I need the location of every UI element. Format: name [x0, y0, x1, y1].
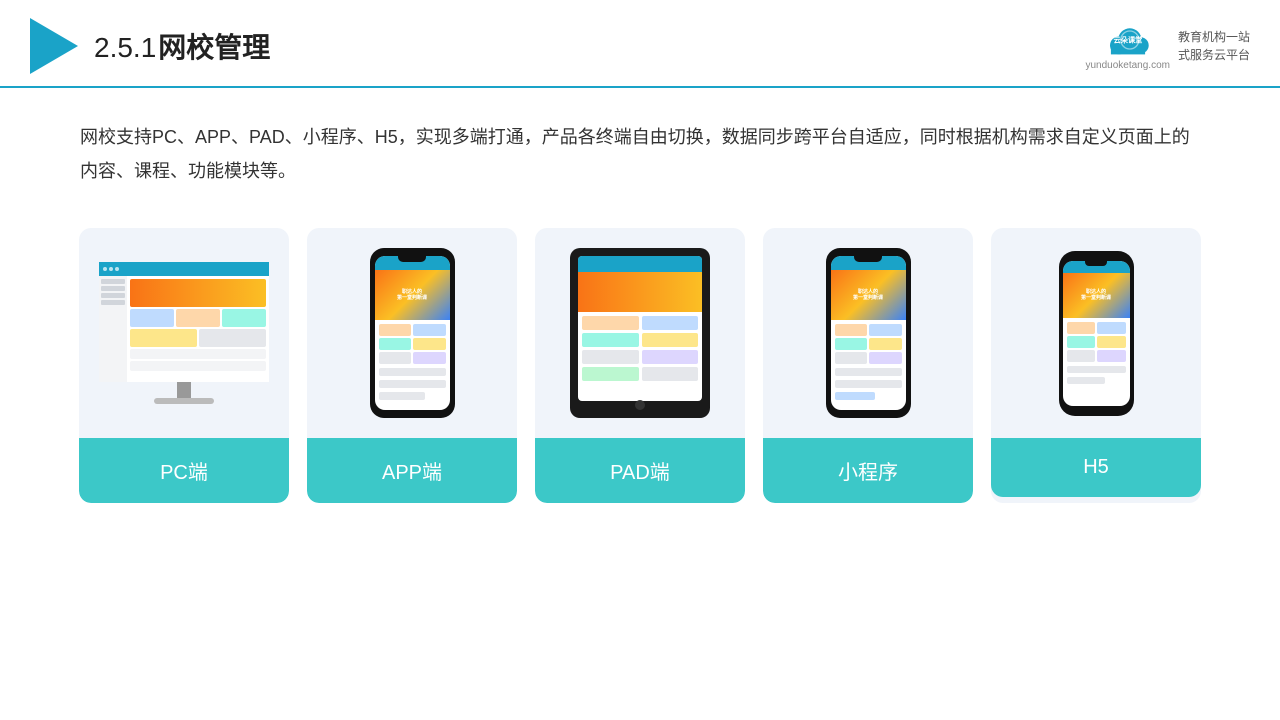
card-pc: PC端	[79, 228, 289, 503]
logo-triangle-icon	[30, 18, 78, 74]
miniapp-phone: 职达人的第一堂判断课	[826, 248, 911, 418]
card-pad: PAD端	[535, 228, 745, 503]
header-right: 云朵课堂 yunduoketang.com 教育机构一站 式服务云平台	[1085, 22, 1250, 71]
miniapp-phone-notch	[854, 256, 882, 262]
page-title: 2.5.1网校管理	[94, 26, 270, 66]
brand-logo: 云朵课堂 yunduoketang.com	[1085, 22, 1170, 71]
tablet-home-btn	[635, 400, 645, 410]
monitor-neck	[177, 382, 191, 398]
h5-phone-screen: 职达人的第一堂判断课	[1063, 261, 1130, 406]
h5-phone-notch	[1085, 261, 1107, 266]
card-miniapp-image: 职达人的第一堂判断课	[763, 228, 973, 438]
phone-body: 职达人的第一堂判断课	[370, 248, 455, 418]
card-miniapp: 职达人的第一堂判断课	[763, 228, 973, 503]
miniapp-phone-screen: 职达人的第一堂判断课	[831, 256, 906, 410]
phone-notch	[398, 256, 426, 262]
brand-tagline: 教育机构一站 式服务云平台	[1178, 28, 1250, 64]
pc-monitor	[99, 262, 269, 404]
card-pad-label: PAD端	[535, 438, 745, 503]
card-app-image: 职达人的第一堂判断课	[307, 228, 517, 438]
miniapp-phone-body: 职达人的第一堂判断课	[826, 248, 911, 418]
h5-phone-body: 职达人的第一堂判断课	[1059, 251, 1134, 416]
header: 2.5.1网校管理 云朵课堂 yunduoketang.com 教育机构一站 式…	[0, 0, 1280, 88]
card-pc-label: PC端	[79, 438, 289, 503]
cards-container: PC端 职达人的第一堂判断课	[0, 208, 1280, 533]
brand-url: yunduoketang.com	[1085, 60, 1170, 71]
app-phone: 职达人的第一堂判断课	[370, 248, 455, 418]
card-app-label: APP端	[307, 438, 517, 503]
section-title: 网校管理	[158, 32, 270, 63]
svg-text:云朵课堂: 云朵课堂	[1113, 35, 1142, 44]
tablet-screen	[578, 256, 702, 401]
monitor-base	[154, 398, 214, 404]
card-app: 职达人的第一堂判断课	[307, 228, 517, 503]
card-h5-image: 职达人的第一堂判断课	[991, 228, 1201, 438]
card-pc-image	[79, 228, 289, 438]
monitor-body	[99, 262, 269, 382]
description-text: 网校支持PC、APP、PAD、小程序、H5，实现多端打通，产品各终端自由切换，数…	[0, 88, 1280, 208]
tablet	[570, 248, 710, 418]
monitor-screen	[99, 262, 269, 382]
card-h5: 职达人的第一堂判断课	[991, 228, 1201, 503]
card-pad-image	[535, 228, 745, 438]
tablet-body	[570, 248, 710, 418]
header-left: 2.5.1网校管理	[30, 18, 270, 74]
card-miniapp-label: 小程序	[763, 438, 973, 503]
h5-phone: 职达人的第一堂判断课	[1059, 251, 1134, 416]
section-number: 2.5.1	[94, 32, 156, 63]
phone-screen: 职达人的第一堂判断课	[375, 256, 450, 410]
card-h5-label: H5	[991, 438, 1201, 497]
cloud-icon: 云朵课堂	[1100, 22, 1156, 58]
